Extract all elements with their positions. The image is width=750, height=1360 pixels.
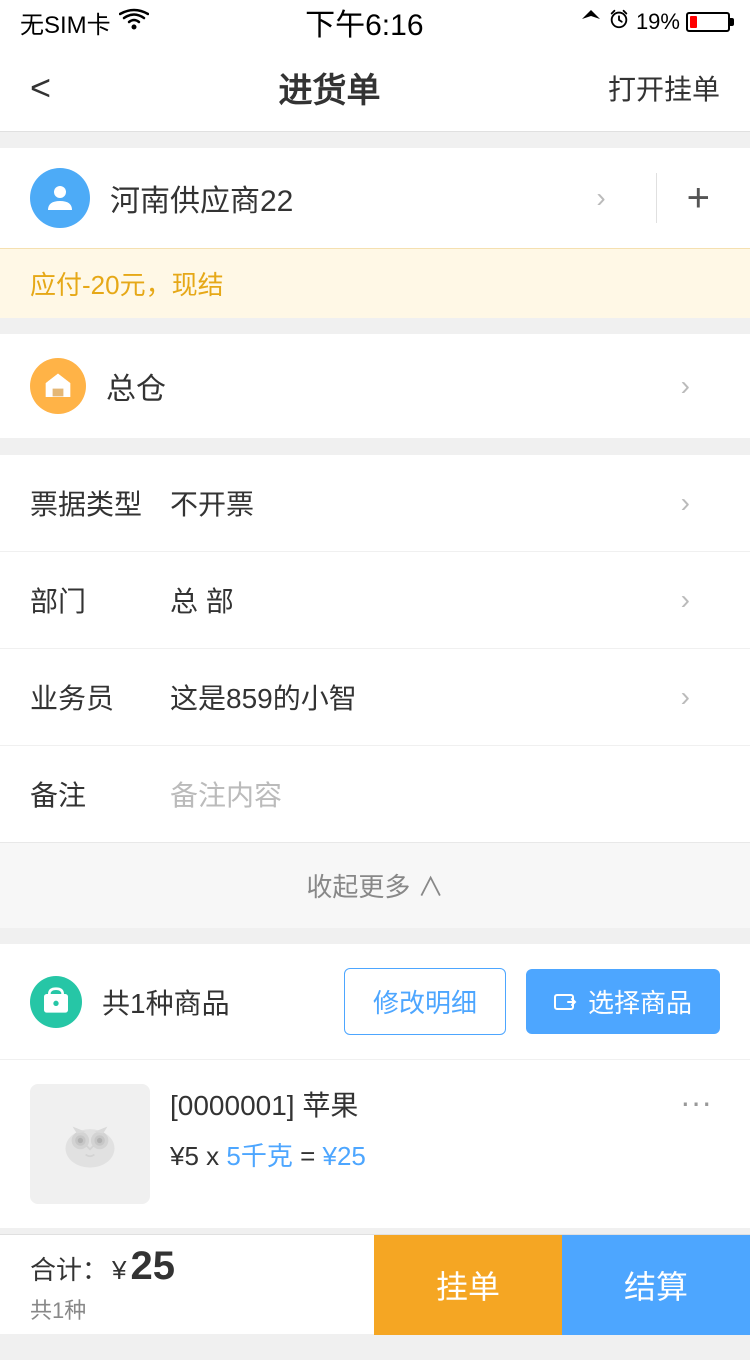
section-gap-1 [0,132,750,148]
status-left: 无SIM卡 [20,5,149,40]
page-title: 进货单 [279,63,381,112]
supplier-avatar [30,168,90,228]
product-header: 共1种商品 修改明细 选择商品 [0,944,750,1059]
section-gap-2 [0,318,750,334]
department-label: 部门 [30,580,170,620]
product-thumbnail [30,1084,150,1204]
product-equals: = [293,1141,323,1171]
signal-text: 无SIM卡 [20,5,111,40]
status-time: 下午6:16 [305,0,423,44]
status-bar: 无SIM卡 下午6:16 19% [0,0,750,44]
remark-input[interactable]: 备注内容 [170,774,720,814]
product-item: [0000001] 苹果 ¥5 x 5千克 = ¥25 ··· [0,1059,750,1228]
nav-bar: < 进货单 打开挂单 [0,44,750,132]
main-content: 河南供应商22 › + 应付-20元，现结 总仓 › [0,132,750,1360]
form-section: 票据类型 不开票 › 部门 总 部 › 业务员 这是859的小智 › 备注 备注… [0,454,750,842]
select-product-label: 选择商品 [588,983,692,1020]
invoice-label: 票据类型 [30,483,170,523]
product-count-icon [30,976,82,1028]
collapse-button[interactable]: 收起更多 ∧ [0,842,750,928]
supplier-chevron-icon: › [596,182,605,214]
product-count-text: 共1种商品 [102,982,324,1022]
location-icon [580,8,602,36]
battery-icon [686,12,730,32]
form-row-department[interactable]: 部门 总 部 › [0,551,750,648]
invoice-value: 不开票 [170,483,681,523]
warehouse-name: 总仓 [106,364,681,408]
checkout-button[interactable]: 结算 [562,1235,750,1335]
supplier-section: 河南供应商22 › + 应付-20元，现结 [0,148,750,318]
total-section: 合计： ¥ 25 共1种 [0,1244,374,1325]
product-price: ¥5 x 5千克 = ¥25 [170,1136,672,1173]
total-amount: 合计： ¥ 25 [30,1244,344,1289]
invoice-chevron-icon: › [681,487,690,519]
divider [656,173,657,223]
collapse-label: 收起更多 ∧ [306,867,443,904]
remark-label: 备注 [30,774,170,814]
product-more-button[interactable]: ··· [672,1084,720,1121]
warehouse-chevron-icon: › [681,370,690,402]
warehouse-icon-wrap [30,358,86,414]
product-unit-price: ¥5 x [170,1141,226,1171]
section-gap-3 [0,438,750,454]
total-symbol: ¥ [112,1255,126,1286]
alarm-icon [608,8,630,36]
edit-detail-button[interactable]: 修改明细 [344,968,506,1035]
select-product-button[interactable]: 选择商品 [526,969,720,1034]
bottom-bar: 合计： ¥ 25 共1种 挂单 结算 [0,1234,750,1334]
total-sub: 共1种 [30,1293,344,1325]
product-quantity: 5千克 [226,1141,292,1171]
salesperson-value: 这是859的小智 [170,677,681,717]
battery-percent: 19% [636,9,680,35]
department-value: 总 部 [170,580,681,620]
form-row-salesperson[interactable]: 业务员 这是859的小智 › [0,648,750,745]
supplier-row[interactable]: 河南供应商22 › + [0,148,750,248]
form-row-invoice[interactable]: 票据类型 不开票 › [0,454,750,551]
status-right: 19% [580,8,730,36]
back-button[interactable]: < [30,67,51,109]
product-section: 共1种商品 修改明细 选择商品 [0,944,750,1228]
wifi-icon [119,8,149,37]
product-info: [0000001] 苹果 ¥5 x 5千克 = ¥25 [170,1084,672,1173]
open-pending-button[interactable]: 打开挂单 [608,68,720,108]
salesperson-label: 业务员 [30,677,170,717]
product-total: ¥25 [322,1141,365,1171]
warehouse-section: 总仓 › [0,334,750,438]
form-row-remark[interactable]: 备注 备注内容 [0,745,750,842]
product-name: [0000001] 苹果 [170,1084,672,1124]
section-gap-4 [0,928,750,944]
add-button[interactable]: + [677,176,720,221]
hang-button[interactable]: 挂单 [374,1235,562,1335]
total-number: 25 [130,1244,175,1289]
supplier-notice: 应付-20元，现结 [0,248,750,318]
total-label: 合计： [30,1250,108,1287]
supplier-name: 河南供应商22 [110,176,596,220]
warehouse-row[interactable]: 总仓 › [0,334,750,438]
salesperson-chevron-icon: › [681,681,690,713]
department-chevron-icon: › [681,584,690,616]
